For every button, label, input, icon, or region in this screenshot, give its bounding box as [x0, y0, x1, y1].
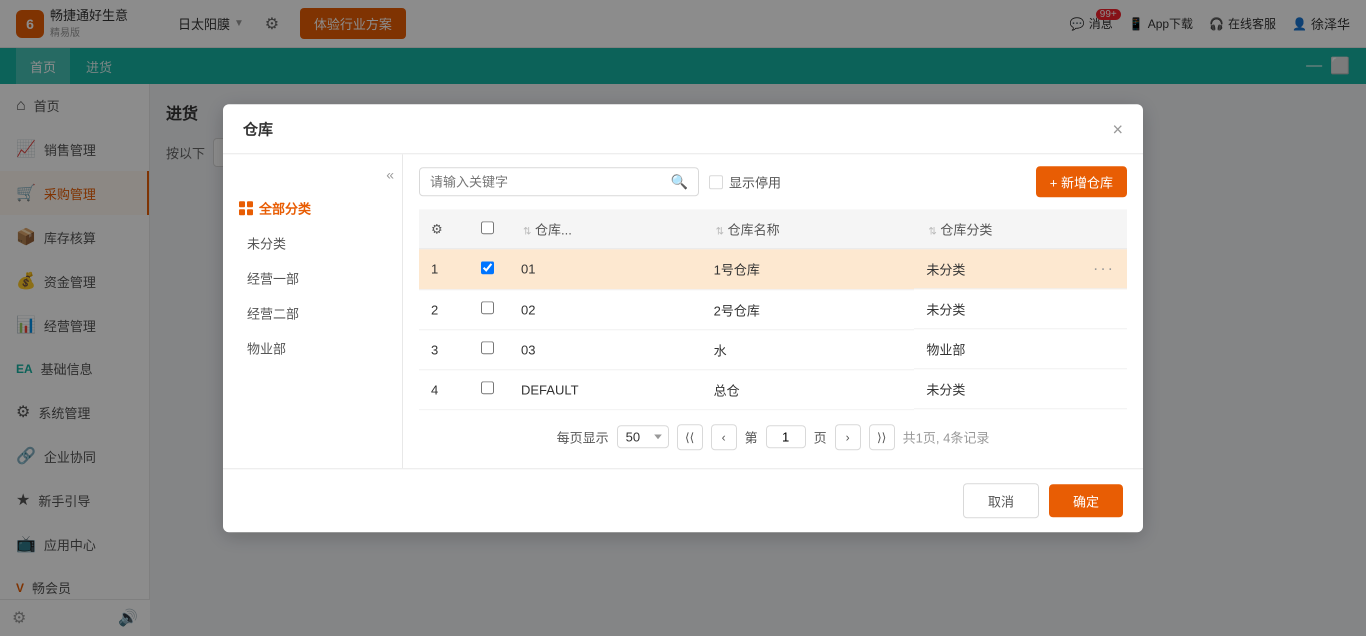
category-all[interactable]: 全部分类	[223, 190, 402, 225]
per-page-label: 每页显示	[557, 427, 609, 446]
th-code: ⇅ 仓库...	[509, 209, 702, 249]
row-code: DEFAULT	[509, 369, 702, 409]
cancel-button[interactable]: 取消	[963, 483, 1039, 518]
table-row[interactable]: 1 01 1号仓库 未分类···	[419, 249, 1127, 290]
dialog-footer: 取消 确定	[223, 468, 1143, 532]
table-header-row: ⚙ ⇅ 仓库... ⇅ 仓库名称	[419, 209, 1127, 249]
show-disabled-label[interactable]: 显示停用	[709, 172, 781, 191]
grid-icon	[239, 201, 253, 215]
row-checkbox-cell	[469, 289, 509, 329]
th-name: ⇅ 仓库名称	[702, 209, 915, 249]
category-item-1[interactable]: 经营一部	[223, 260, 402, 295]
dialog-title: 仓库	[243, 118, 273, 139]
search-input[interactable]	[430, 174, 665, 189]
confirm-button[interactable]: 确定	[1049, 484, 1123, 517]
row-checkbox-cell	[469, 329, 509, 369]
warehouse-dialog: 仓库 × « 全部分类 未分类 经营一部 经营二部 物业部	[223, 104, 1143, 532]
row-name: 1号仓库	[702, 249, 915, 290]
row-name: 2号仓库	[702, 289, 915, 329]
page-suffix: 页	[814, 427, 827, 446]
row-checkbox[interactable]	[481, 381, 494, 394]
select-all-checkbox[interactable]	[481, 221, 494, 234]
th-gear: ⚙	[419, 209, 469, 249]
row-code: 02	[509, 289, 702, 329]
row-checkbox-cell	[469, 249, 509, 290]
row-index: 3	[419, 329, 469, 369]
row-category: 未分类···	[914, 249, 1127, 289]
row-code: 03	[509, 329, 702, 369]
gear-icon: ⚙	[431, 221, 443, 236]
row-index: 4	[419, 369, 469, 409]
sort-icon: ⇅	[523, 226, 531, 237]
table-row[interactable]: 2 02 2号仓库 未分类	[419, 289, 1127, 329]
row-index: 1	[419, 249, 469, 290]
search-icon: 🔍	[671, 173, 688, 190]
more-button[interactable]: ···	[1093, 260, 1115, 278]
th-category: ⇅ 仓库分类	[914, 209, 1127, 249]
row-index: 2	[419, 289, 469, 329]
row-code: 01	[509, 249, 702, 290]
row-checkbox[interactable]	[481, 261, 494, 274]
warehouse-table: ⚙ ⇅ 仓库... ⇅ 仓库名称	[419, 209, 1127, 410]
dialog-close-button[interactable]: ×	[1112, 120, 1123, 138]
row-checkbox-cell	[469, 369, 509, 409]
row-category: 未分类	[914, 369, 1127, 409]
search-input-wrapper: 🔍	[419, 167, 699, 196]
table-row[interactable]: 3 03 水 物业部	[419, 329, 1127, 369]
show-disabled-checkbox[interactable]	[709, 175, 723, 189]
table-wrapper: ⚙ ⇅ 仓库... ⇅ 仓库名称	[419, 209, 1127, 410]
next-page-button[interactable]: ›	[835, 424, 861, 450]
first-page-button[interactable]: ⟨⟨	[677, 424, 703, 450]
page-label: 第	[745, 427, 758, 446]
table-panel: 🔍 显示停用 + 新增仓库 ⚙	[403, 154, 1143, 468]
collapse-button[interactable]: «	[386, 166, 394, 182]
row-name: 水	[702, 329, 915, 369]
per-page-select[interactable]: 50 100 200	[617, 425, 669, 448]
collapse-btn-area: «	[223, 166, 402, 190]
table-toolbar: 🔍 显示停用 + 新增仓库	[419, 166, 1127, 197]
row-name: 总仓	[702, 369, 915, 409]
page-total: 共1页, 4条记录	[903, 427, 990, 446]
sort-icon-name: ⇅	[716, 226, 724, 237]
last-page-button[interactable]: ⟩⟩	[869, 424, 895, 450]
add-warehouse-button[interactable]: + 新增仓库	[1036, 166, 1127, 197]
pagination: 每页显示 50 100 200 ⟨⟨ ‹ 第 页 › ⟩⟩ 共1页, 4条记录	[419, 410, 1127, 456]
dialog-body: « 全部分类 未分类 经营一部 经营二部 物业部 🔍	[223, 154, 1143, 468]
row-checkbox[interactable]	[481, 301, 494, 314]
page-input[interactable]	[766, 425, 806, 448]
row-category: 物业部	[914, 329, 1127, 369]
table-row[interactable]: 4 DEFAULT 总仓 未分类	[419, 369, 1127, 409]
row-checkbox[interactable]	[481, 341, 494, 354]
category-item-0[interactable]: 未分类	[223, 225, 402, 260]
category-panel: « 全部分类 未分类 经营一部 经营二部 物业部	[223, 154, 403, 468]
sort-icon-cat: ⇅	[928, 226, 936, 237]
prev-page-button[interactable]: ‹	[711, 424, 737, 450]
th-checkbox	[469, 209, 509, 249]
dialog-header: 仓库 ×	[223, 104, 1143, 154]
row-category: 未分类	[914, 289, 1127, 329]
category-item-2[interactable]: 经营二部	[223, 295, 402, 330]
category-item-3[interactable]: 物业部	[223, 330, 402, 365]
